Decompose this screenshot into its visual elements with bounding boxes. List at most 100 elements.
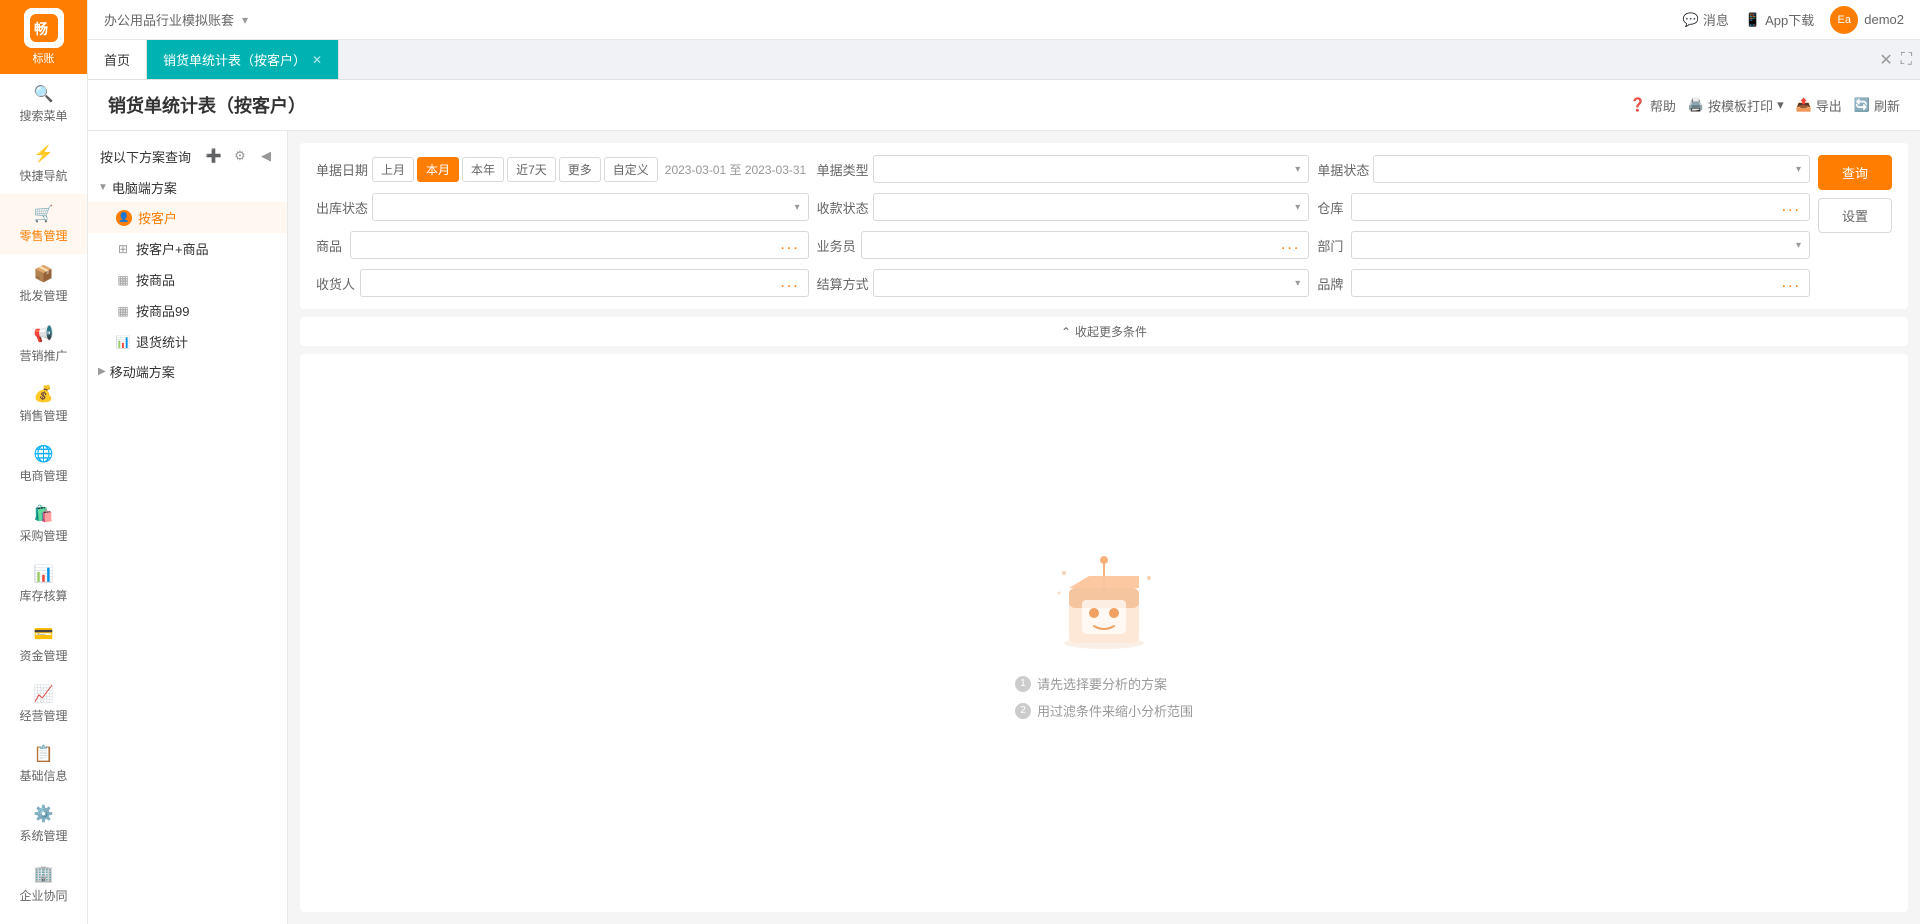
print-btn[interactable]: 🖨️ 按模板打印 ▾ — [1688, 96, 1784, 115]
sidebar-item-inventory[interactable]: 📊 库存核算 — [0, 554, 87, 614]
left-panel: 按以下方案查询 ➕ ⚙ ◀ ▼ 电脑端方案 👤 — [88, 131, 288, 924]
sidebar-item-quicknav-label: 快捷导航 — [19, 167, 67, 184]
warehouse-dots[interactable]: ... — [1782, 198, 1801, 216]
setting-btn[interactable]: 设置 — [1818, 198, 1892, 233]
print-label: 按模板打印 — [1708, 96, 1773, 115]
salesperson-label: 业务员 — [817, 236, 857, 255]
filter-item-settlement: 结算方式 ▾ — [817, 269, 1310, 297]
date-btn-more[interactable]: 更多 — [559, 157, 601, 182]
sidebar-item-basics[interactable]: 📋 基础信息 — [0, 734, 87, 794]
salesperson-select[interactable]: ... — [861, 231, 1310, 259]
tab-home-label: 首页 — [104, 50, 130, 69]
warehouse-select[interactable]: ... — [1351, 193, 1810, 221]
date-btn-custom[interactable]: 自定义 — [604, 157, 658, 182]
export-label: 导出 — [1816, 96, 1842, 115]
app-download-btn[interactable]: 📱 App下载 — [1745, 10, 1814, 29]
app-download-label: App下载 — [1765, 10, 1814, 29]
sidebar-item-newuser[interactable]: 🆕 新手引导 — [0, 914, 87, 924]
filter-item-doc-status: 单据状态 ▾ — [1317, 155, 1810, 183]
scheme-item-by-goods[interactable]: ▦ 按商品 — [88, 264, 287, 295]
brand-select[interactable]: ... — [1351, 269, 1810, 297]
help-btn[interactable]: ❓ 帮助 — [1630, 96, 1676, 115]
scheme-item-by-goods-99[interactable]: ▦ 按商品99 — [88, 295, 287, 326]
salesperson-dots[interactable]: ... — [1281, 236, 1300, 254]
scheme-goods-label: 按商品 — [136, 270, 175, 289]
tab-expand-action[interactable]: ⛶ — [1901, 51, 1912, 69]
sidebar-item-finance-label: 资金管理 — [19, 647, 67, 664]
filter-item-doc-type: 单据类型 ▾ — [817, 155, 1310, 183]
receiver-select[interactable]: ... — [360, 269, 809, 297]
query-btn[interactable]: 查询 — [1818, 155, 1892, 190]
add-scheme-btn[interactable]: ➕ — [203, 145, 225, 167]
brand-dots[interactable]: ... — [1782, 274, 1801, 292]
refresh-label: 刷新 — [1874, 96, 1900, 115]
sidebar-item-sales[interactable]: 💰 销售管理 — [0, 374, 87, 434]
doc-type-select[interactable]: ▾ — [873, 155, 1310, 183]
sidebar-item-operations[interactable]: 📈 经营管理 — [0, 674, 87, 734]
sidebar-item-marketing[interactable]: 📢 营销推广 — [0, 314, 87, 374]
edit-scheme-btn[interactable]: ⚙ — [229, 145, 251, 167]
out-status-select[interactable]: ▾ — [372, 193, 809, 221]
logo[interactable]: 畅 标账 — [0, 0, 87, 74]
scheme-item-by-customer[interactable]: 👤 按客户 — [88, 202, 287, 233]
out-status-arrow: ▾ — [795, 202, 800, 213]
sidebar-item-enterprise[interactable]: 🏢 企业协同 — [0, 854, 87, 914]
page-title: 销货单统计表（按客户） — [108, 92, 306, 130]
sidebar-item-retail-label: 零售管理 — [19, 227, 67, 244]
date-btn-last7[interactable]: 近7天 — [507, 157, 556, 182]
refresh-btn[interactable]: 🔄 刷新 — [1854, 96, 1900, 115]
scheme-item-return-stat[interactable]: 📊 退货统计 — [88, 326, 287, 357]
purchase-icon: 🛍️ — [34, 504, 54, 524]
search-icon: 🔍 — [34, 84, 54, 104]
receipt-status-select[interactable]: ▾ — [873, 193, 1310, 221]
sidebar-item-quicknav[interactable]: ⚡ 快捷导航 — [0, 134, 87, 194]
mobile-scheme-label: 移动端方案 — [110, 362, 175, 381]
message-btn[interactable]: 💬 消息 — [1683, 10, 1729, 29]
user-avatar: Ea — [1830, 6, 1858, 34]
doc-status-select[interactable]: ▾ — [1373, 155, 1810, 183]
sidebar-item-wholesale[interactable]: 📦 批发管理 — [0, 254, 87, 314]
sidebar-item-retail[interactable]: 🛒 零售管理 — [0, 194, 87, 254]
sidebar-item-finance[interactable]: 💳 资金管理 — [0, 614, 87, 674]
sidebar-item-system[interactable]: ⚙️ 系统管理 — [0, 794, 87, 854]
sidebar-item-search[interactable]: 🔍 搜索菜单 — [0, 74, 87, 134]
collapse-btn[interactable]: ⌃ 收起更多条件 — [300, 317, 1908, 346]
date-label: 单据日期 — [316, 160, 368, 179]
receiver-dots[interactable]: ... — [780, 274, 799, 292]
filter-row-3: 商品 ... 业务员 — [316, 231, 1810, 259]
date-btn-this-year[interactable]: 本年 — [462, 157, 504, 182]
filter-section: 单据日期 上月 本月 本年 近7天 更多 自定义 2023-03-01 至 20… — [316, 155, 1892, 297]
scheme-return-icon: 📊 — [116, 335, 130, 349]
date-btn-last-month[interactable]: 上月 — [372, 157, 414, 182]
export-btn[interactable]: 📤 导出 — [1796, 96, 1842, 115]
dept-arrow: ▾ — [1796, 240, 1801, 251]
tab-close-icon[interactable]: ✕ — [312, 53, 322, 67]
collapse-panel-btn[interactable]: ◀ — [255, 145, 277, 167]
left-panel-actions: ➕ ⚙ ◀ — [203, 145, 277, 167]
desktop-scheme-header[interactable]: ▼ 电脑端方案 — [88, 173, 287, 202]
topbar-title: 办公用品行业模拟账套 — [104, 10, 234, 29]
system-icon: ⚙️ — [34, 804, 54, 824]
tab-home[interactable]: 首页 — [88, 40, 147, 79]
sidebar-item-purchase[interactable]: 🛍️ 采购管理 — [0, 494, 87, 554]
inventory-icon: 📊 — [34, 564, 54, 584]
goods-select[interactable]: ... — [350, 231, 809, 259]
left-panel-header: 按以下方案查询 ➕ ⚙ ◀ — [88, 139, 287, 173]
tab-sales-stat[interactable]: 销货单统计表（按客户） ✕ — [147, 40, 339, 79]
date-btn-this-month[interactable]: 本月 — [417, 157, 459, 182]
tab-close-action[interactable]: ✕ — [1879, 50, 1892, 70]
dept-select[interactable]: ▾ — [1351, 231, 1810, 259]
marketing-icon: 📢 — [34, 324, 54, 344]
empty-illustration — [1044, 538, 1164, 658]
goods-dots[interactable]: ... — [780, 236, 799, 254]
settlement-select[interactable]: ▾ — [873, 269, 1310, 297]
sidebar-item-inventory-label: 库存核算 — [19, 587, 67, 604]
user-name-label: demo2 — [1864, 12, 1904, 27]
user-profile-btn[interactable]: Ea demo2 — [1830, 6, 1904, 34]
filter-item-out-status: 出库状态 ▾ — [316, 193, 809, 221]
scheme-item-by-customer-goods[interactable]: ⊞ 按客户+商品 — [88, 233, 287, 264]
receipt-status-arrow: ▾ — [1295, 202, 1300, 213]
sidebar-item-ecommerce[interactable]: 🌐 电商管理 — [0, 434, 87, 494]
mobile-scheme-group[interactable]: ▶ 移动端方案 — [88, 357, 287, 386]
topbar-dropdown-icon[interactable]: ▾ — [242, 13, 248, 27]
